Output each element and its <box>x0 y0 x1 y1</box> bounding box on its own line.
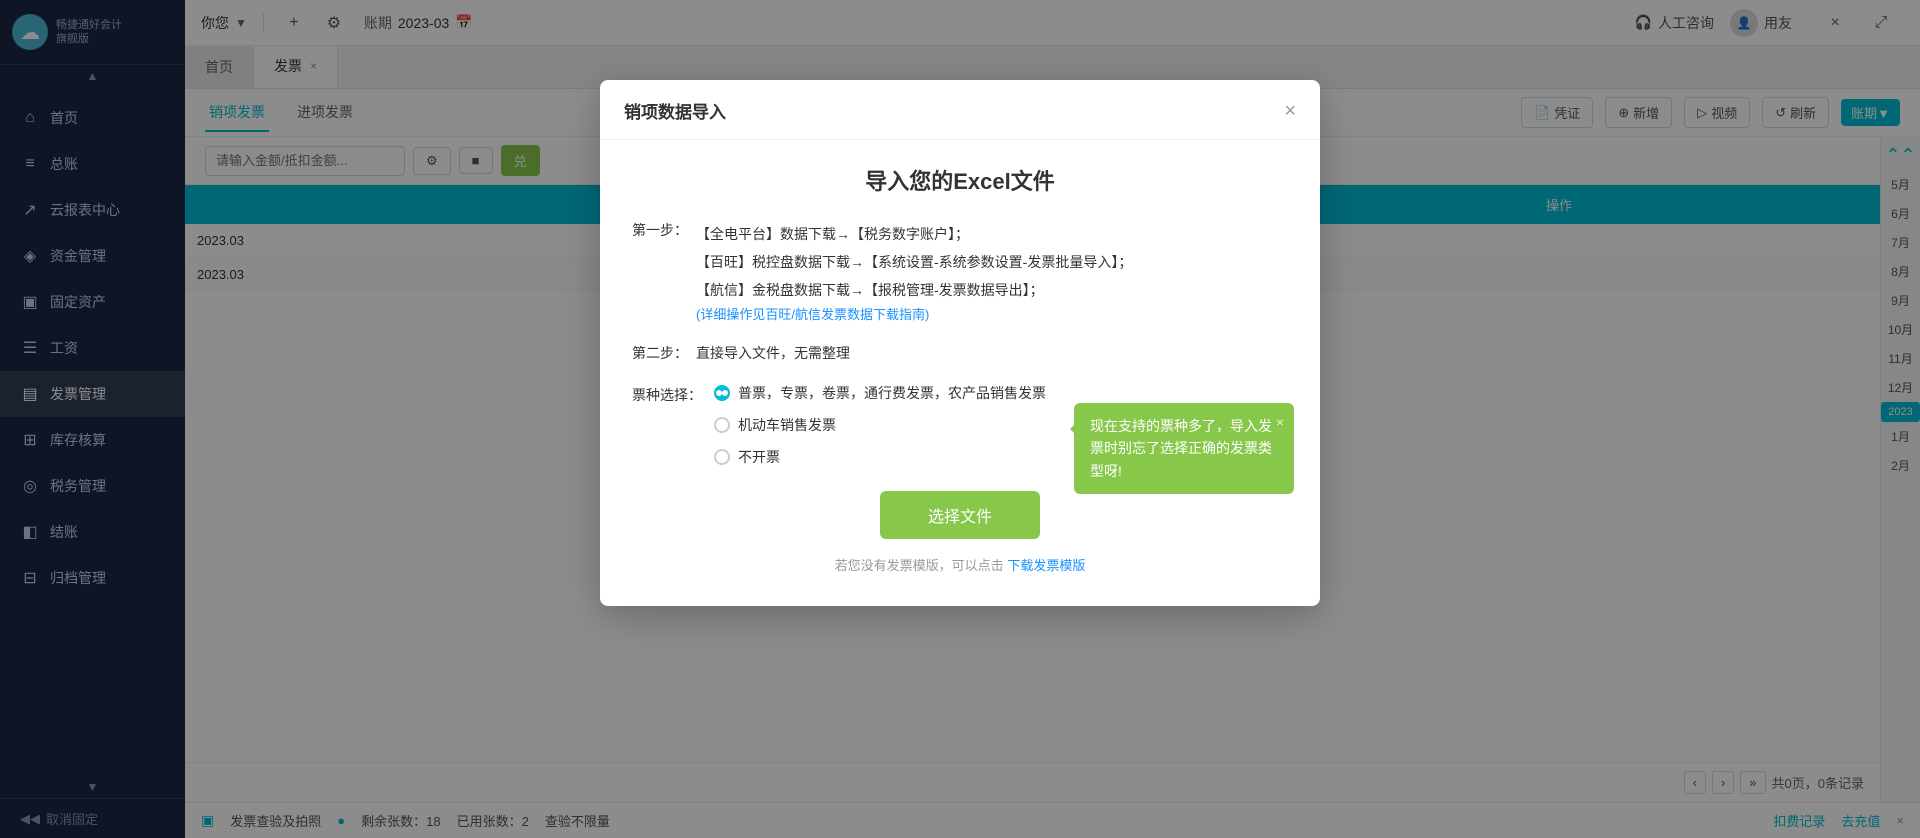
step-2: 第二步： 直接导入文件，无需整理 <box>632 343 1288 363</box>
ticket-select: 票种选择： 普票，专票，卷票，通行费发票，农产品销售发票 <box>632 383 1288 467</box>
select-file-btn[interactable]: 选择文件 <box>880 491 1040 539</box>
tooltip-close-btn[interactable]: × <box>1276 411 1284 433</box>
modal-header: 销项数据导入 × <box>600 80 1320 140</box>
import-modal: 销项数据导入 × 导入您的Excel文件 第一步： 【全电平台】数据下载→【税务… <box>600 80 1320 606</box>
ticket-tooltip: × 现在支持的票种多了，导入发票时别忘了选择正确的发票类型呀! <box>1074 403 1294 494</box>
ticket-option-none[interactable]: 不开票 <box>714 447 1046 467</box>
tooltip-container: × 现在支持的票种多了，导入发票时别忘了选择正确的发票类型呀! <box>1074 405 1294 494</box>
radio-none <box>714 449 730 465</box>
radio-normal <box>714 385 730 401</box>
ticket-option-vehicle[interactable]: 机动车销售发票 <box>714 415 1046 435</box>
radio-vehicle <box>714 417 730 433</box>
modal-footer: 若您没有发票模版，可以点击 下载发票模版 <box>632 555 1288 574</box>
ticket-options: 普票，专票，卷票，通行费发票，农产品销售发票 机动车销售发票 <box>714 383 1046 467</box>
modal-body: 导入您的Excel文件 第一步： 【全电平台】数据下载→【税务数字账户】； 【百… <box>600 140 1320 606</box>
modal-overlay: 销项数据导入 × 导入您的Excel文件 第一步： 【全电平台】数据下载→【税务… <box>0 0 1920 838</box>
modal-close-btn[interactable]: × <box>1284 101 1296 121</box>
step1-content: 【全电平台】数据下载→【税务数字账户】； 【百旺】税控盘数据下载→【系统设置-系… <box>696 220 1132 323</box>
download-guide-link[interactable]: (详细操作见百旺/航信发票数据下载指南) <box>696 304 1132 323</box>
modal-subtitle: 导入您的Excel文件 <box>632 164 1288 196</box>
download-template-link[interactable]: 下载发票模版 <box>1007 558 1085 573</box>
step-1: 第一步： 【全电平台】数据下载→【税务数字账户】； 【百旺】税控盘数据下载→【系… <box>632 220 1288 323</box>
ticket-option-normal[interactable]: 普票，专票，卷票，通行费发票，农产品销售发票 <box>714 383 1046 403</box>
